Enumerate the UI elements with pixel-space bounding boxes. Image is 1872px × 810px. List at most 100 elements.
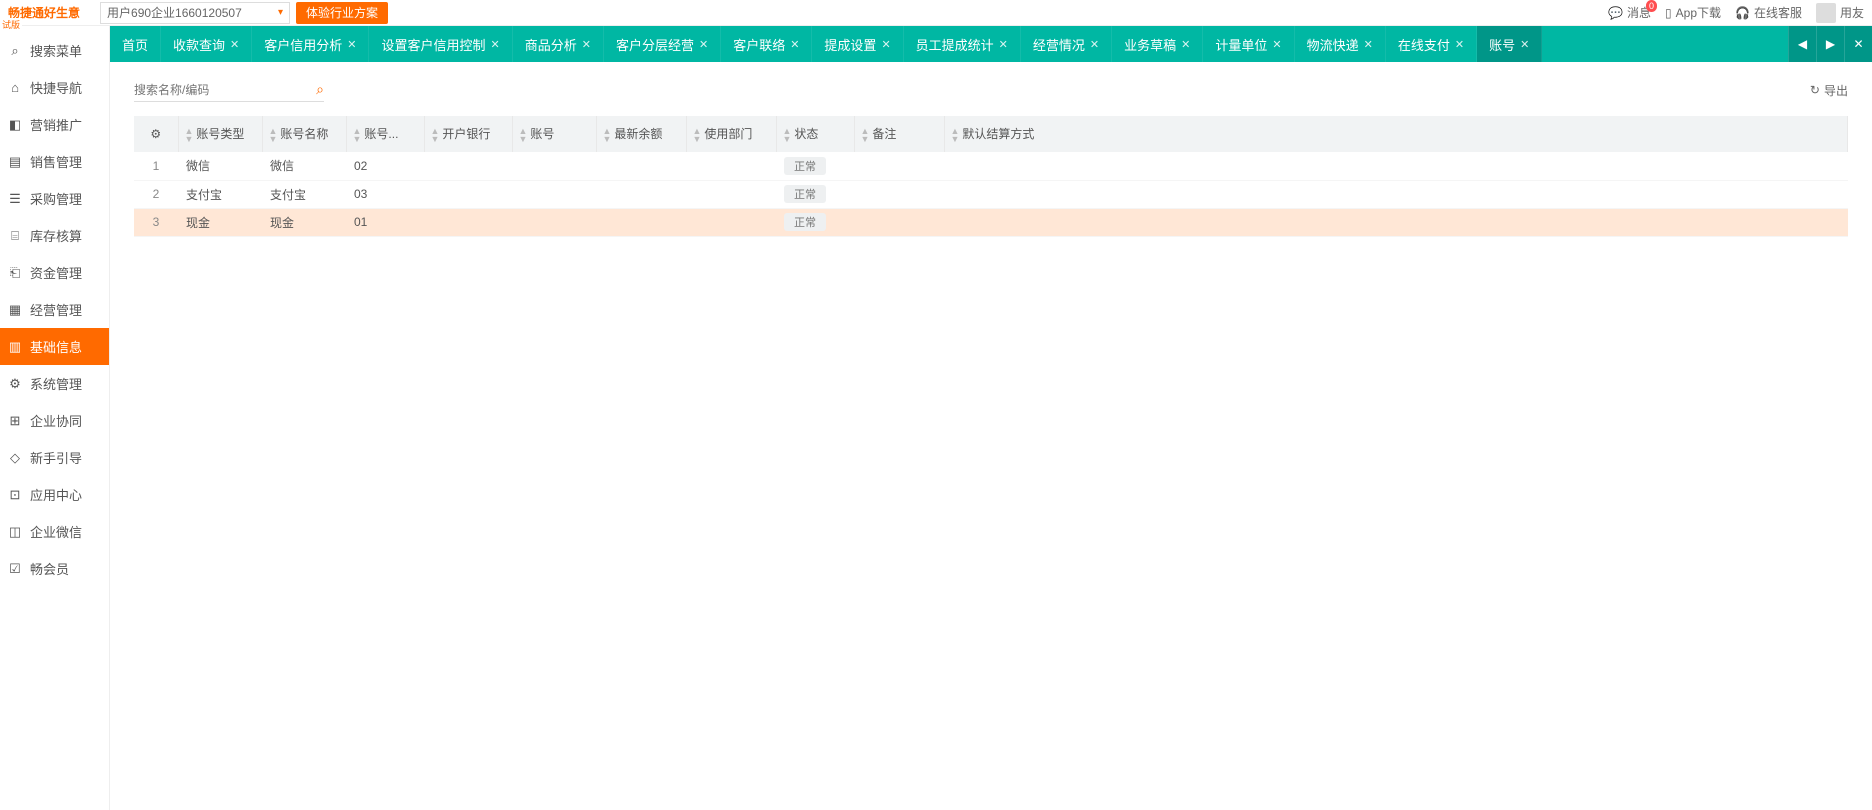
- close-icon[interactable]: ✕: [347, 38, 356, 51]
- support-link[interactable]: 🎧 在线客服: [1735, 4, 1802, 21]
- tab-6[interactable]: 客户联络✕: [721, 26, 812, 62]
- tab-label: 客户分层经营: [616, 35, 694, 54]
- tab-scroll-left[interactable]: ◀: [1788, 26, 1816, 62]
- sidebar-item-9[interactable]: ⚙系统管理: [0, 365, 109, 402]
- user-menu[interactable]: 用友: [1816, 3, 1864, 23]
- sidebar-icon: ☑: [8, 562, 22, 576]
- close-icon[interactable]: ✕: [230, 38, 239, 51]
- sort-icon[interactable]: ▲▼: [185, 127, 194, 143]
- close-icon[interactable]: ✕: [790, 38, 799, 51]
- headset-icon: 🎧: [1735, 6, 1750, 20]
- sort-icon[interactable]: ▲▼: [951, 127, 960, 143]
- col-header-5[interactable]: ▲▼账号: [512, 116, 596, 152]
- messages-link[interactable]: 💬 消息 0: [1608, 4, 1651, 21]
- tab-10[interactable]: 业务草稿✕: [1112, 26, 1203, 62]
- tab-12[interactable]: 物流快递✕: [1295, 26, 1386, 62]
- sidebar-item-11[interactable]: ◇新手引导: [0, 439, 109, 476]
- col-header-6[interactable]: ▲▼最新余额: [596, 116, 686, 152]
- sort-icon[interactable]: ▲▼: [269, 127, 278, 143]
- col-header-0[interactable]: ⚙: [134, 116, 178, 152]
- col-header-9[interactable]: ▲▼备注: [854, 116, 944, 152]
- sort-icon[interactable]: ▲▼: [783, 127, 792, 143]
- close-icon[interactable]: ✕: [1455, 38, 1464, 51]
- sidebar-label: 系统管理: [30, 374, 82, 393]
- close-icon[interactable]: ✕: [491, 38, 500, 51]
- tab-1[interactable]: 收款查询✕: [161, 26, 252, 62]
- close-icon[interactable]: ✕: [1272, 38, 1281, 51]
- app-download-link[interactable]: ▯ App下载: [1665, 4, 1721, 21]
- search-input[interactable]: [134, 83, 316, 97]
- close-icon[interactable]: ✕: [1090, 38, 1099, 51]
- sidebar-label: 销售管理: [30, 152, 82, 171]
- tab-4[interactable]: 商品分析✕: [513, 26, 604, 62]
- col-header-4[interactable]: ▲▼开户银行: [424, 116, 512, 152]
- org-selector[interactable]: 用户690企业1660120507 ▾: [100, 2, 290, 24]
- close-icon[interactable]: ✕: [699, 38, 708, 51]
- col-header-2[interactable]: ▲▼账号名称: [262, 116, 346, 152]
- close-icon[interactable]: ✕: [1364, 38, 1373, 51]
- sidebar-item-5[interactable]: ⌸ 库存核算: [0, 217, 109, 254]
- cell: [944, 208, 1848, 236]
- sidebar-item-14[interactable]: ☑畅会员: [0, 550, 109, 587]
- table-row[interactable]: 3现金现金01正常: [134, 208, 1848, 236]
- tab-label: 提成设置: [824, 35, 876, 54]
- cell: [854, 180, 944, 208]
- col-header-3[interactable]: ▲▼账号...: [346, 116, 424, 152]
- close-icon[interactable]: ✕: [1181, 38, 1190, 51]
- sidebar-item-6[interactable]: ⎗资金管理: [0, 254, 109, 291]
- sidebar-item-13[interactable]: ◫企业微信: [0, 513, 109, 550]
- close-icon[interactable]: ✕: [999, 38, 1008, 51]
- col-header-10[interactable]: ▲▼默认结算方式: [944, 116, 1848, 152]
- export-button[interactable]: ↻ 导出: [1810, 82, 1848, 99]
- tab-11[interactable]: 计量单位✕: [1203, 26, 1294, 62]
- sidebar-item-7[interactable]: ▦经营管理: [0, 291, 109, 328]
- tab-7[interactable]: 提成设置 ✕: [812, 26, 903, 62]
- sidebar-label: 库存核算: [30, 226, 82, 245]
- close-icon[interactable]: ✕: [1520, 38, 1529, 51]
- cell: [596, 208, 686, 236]
- tab-8[interactable]: 员工提成统计✕: [904, 26, 1021, 62]
- sort-icon[interactable]: ▲▼: [353, 127, 362, 143]
- col-header-7[interactable]: ▲▼使用部门: [686, 116, 776, 152]
- tab-9[interactable]: 经营情况 ✕: [1021, 26, 1112, 62]
- gear-icon[interactable]: ⚙: [150, 127, 161, 141]
- col-header-1[interactable]: ▲▼账号类型: [178, 116, 262, 152]
- search-icon[interactable]: ⌕: [316, 81, 324, 98]
- cell: [424, 208, 512, 236]
- tab-scroll-right[interactable]: ▶: [1816, 26, 1844, 62]
- sidebar-icon: ⌸: [8, 229, 22, 243]
- status-badge: 正常: [784, 185, 826, 203]
- sort-icon[interactable]: ▲▼: [519, 127, 528, 143]
- tab-3[interactable]: 设置客户信用控制✕: [369, 26, 512, 62]
- tab-13[interactable]: 在线支付✕: [1386, 26, 1477, 62]
- sort-icon[interactable]: ▲▼: [603, 127, 612, 143]
- sidebar-item-0[interactable]: ⌕搜索菜单: [0, 32, 109, 69]
- cell: [854, 152, 944, 180]
- sidebar: ⌕搜索菜单⌂快捷导航◧营销推广▤销售管理☰采购管理 ⌸ 库存核算 ⎗资金管理▦经营管理…: [0, 26, 110, 810]
- close-icon[interactable]: ✕: [582, 38, 591, 51]
- cell: [512, 208, 596, 236]
- sidebar-label: 采购管理: [30, 189, 82, 208]
- sort-icon[interactable]: ▲▼: [861, 127, 870, 143]
- sidebar-item-10[interactable]: ⊞企业协同: [0, 402, 109, 439]
- sidebar-item-8[interactable]: ▥基础信息: [0, 328, 109, 365]
- table-row[interactable]: 1微信微信02正常: [134, 152, 1848, 180]
- sidebar-item-12[interactable]: ⊡应用中心: [0, 476, 109, 513]
- col-header-8[interactable]: ▲▼状态: [776, 116, 854, 152]
- tab-14[interactable]: 账号✕: [1477, 26, 1542, 62]
- table-row[interactable]: 2支付宝支付宝03正常: [134, 180, 1848, 208]
- tab-2[interactable]: 客户信用分析✕: [252, 26, 369, 62]
- sidebar-icon: ▦: [8, 303, 22, 317]
- sidebar-item-1[interactable]: ⌂快捷导航: [0, 69, 109, 106]
- sidebar-item-4[interactable]: ☰采购管理: [0, 180, 109, 217]
- tab-0[interactable]: 首页: [110, 26, 161, 62]
- tab-5[interactable]: 客户分层经营 ✕: [604, 26, 721, 62]
- sort-icon[interactable]: ▲▼: [693, 127, 702, 143]
- tab-close-all[interactable]: ✕: [1844, 26, 1872, 62]
- sort-icon[interactable]: ▲▼: [431, 127, 440, 143]
- trial-button[interactable]: 体验行业方案: [296, 2, 388, 24]
- close-icon[interactable]: ✕: [881, 38, 890, 51]
- tab-label: 经营情况: [1033, 35, 1085, 54]
- sidebar-item-3[interactable]: ▤销售管理: [0, 143, 109, 180]
- sidebar-item-2[interactable]: ◧营销推广: [0, 106, 109, 143]
